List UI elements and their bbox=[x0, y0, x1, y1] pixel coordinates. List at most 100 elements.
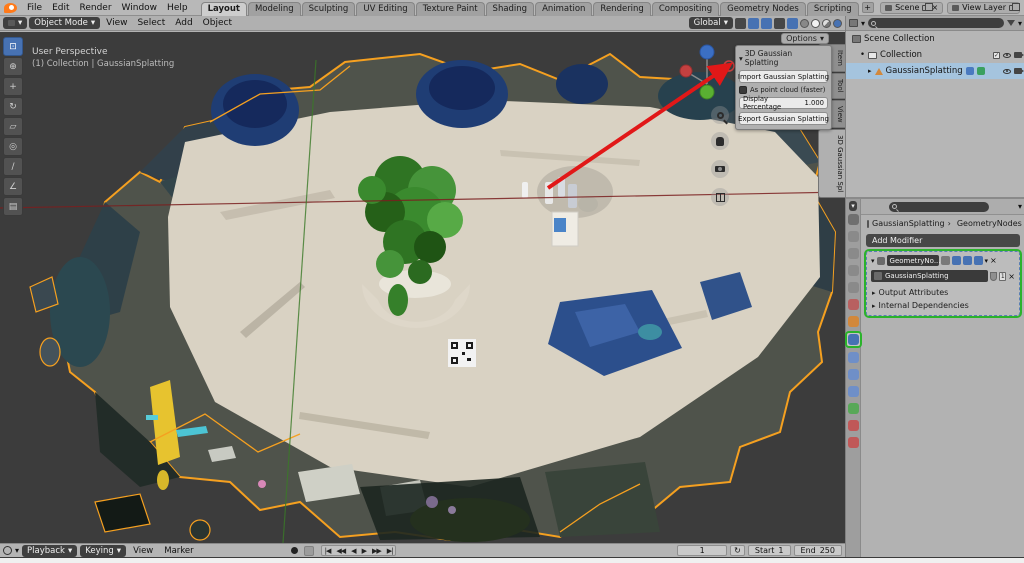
collapse-icon[interactable]: ▾ bbox=[871, 257, 875, 265]
options-dropdown[interactable]: Options ▾ bbox=[781, 33, 829, 44]
playback-menu[interactable]: Playback ▾ bbox=[22, 544, 78, 557]
perspective-toggle-icon[interactable] bbox=[711, 188, 729, 206]
scene-selector[interactable]: Scene × bbox=[880, 1, 944, 14]
view-layer-selector[interactable]: View Layer bbox=[947, 1, 1020, 14]
dropdown-icon[interactable]: ▾ bbox=[861, 19, 865, 28]
menu-view[interactable]: View bbox=[102, 18, 131, 28]
current-frame-field[interactable]: 1 bbox=[677, 545, 728, 556]
annotate-tool[interactable]: ∕ bbox=[3, 157, 23, 176]
cursor-tool[interactable]: ⊕ bbox=[3, 57, 23, 76]
viewport-canvas[interactable]: ⊡ ⊕ + ↻ ▱ ◎ ∕ ∠ ▤ User Perspective (1) C… bbox=[0, 32, 845, 543]
jump-to-start-button[interactable]: |◀ bbox=[322, 547, 334, 555]
import-gaussian-splatting-button[interactable]: Import Gaussian Splatting bbox=[738, 70, 829, 83]
shading-solid-icon[interactable] bbox=[811, 18, 820, 28]
properties-tab-object[interactable] bbox=[847, 316, 859, 327]
properties-tab-output[interactable] bbox=[847, 248, 859, 259]
properties-tab-particles[interactable] bbox=[847, 352, 859, 363]
properties-tab-modifiers[interactable] bbox=[847, 334, 859, 345]
keying-set-icon[interactable] bbox=[303, 545, 314, 556]
editor-type-button[interactable]: ▾ bbox=[849, 201, 857, 211]
output-attributes-section[interactable]: ▸ Output Attributes bbox=[871, 286, 1015, 299]
scale-tool[interactable]: ▱ bbox=[3, 117, 23, 136]
new-scene-icon[interactable] bbox=[922, 2, 934, 11]
view-menu[interactable]: View bbox=[129, 546, 157, 556]
tab-texture-paint[interactable]: Texture Paint bbox=[415, 1, 485, 16]
outliner-search-input[interactable] bbox=[868, 18, 1004, 28]
properties-tab-physics[interactable] bbox=[847, 369, 859, 380]
unlink-node-group-icon[interactable]: × bbox=[1008, 272, 1015, 281]
menu-window[interactable]: Window bbox=[117, 3, 163, 13]
transform-tool[interactable]: ◎ bbox=[3, 137, 23, 156]
outliner-row-scene-collection[interactable]: Scene Collection bbox=[846, 31, 1024, 47]
marker-menu[interactable]: Marker bbox=[160, 546, 197, 556]
display-mode-icon[interactable] bbox=[849, 19, 858, 27]
editor-type-button[interactable]: ▾ bbox=[3, 17, 28, 29]
keying-menu[interactable]: Keying ▾ bbox=[80, 544, 127, 557]
render-display-toggle[interactable] bbox=[962, 256, 972, 265]
copies-count-icon[interactable]: 1 bbox=[999, 271, 1007, 281]
frame-start-field[interactable]: Start 1 bbox=[747, 545, 791, 556]
export-gaussian-splatting-button[interactable]: Export Gaussian Splatting bbox=[738, 112, 829, 125]
properties-tab-scene[interactable] bbox=[847, 282, 859, 293]
modifier-extras-dropdown-icon[interactable]: ▾ bbox=[985, 257, 989, 265]
hide-eye-icon[interactable] bbox=[1003, 68, 1011, 74]
properties-tab-material[interactable] bbox=[847, 420, 859, 431]
expand-icon[interactable]: ▸ bbox=[868, 67, 872, 75]
properties-tab-object-data[interactable] bbox=[847, 403, 859, 414]
zoom-icon[interactable] bbox=[711, 106, 729, 124]
snap-magnet-icon[interactable] bbox=[748, 17, 759, 29]
add-modifier-button[interactable]: Add Modifier bbox=[866, 234, 1020, 247]
tab-compositing[interactable]: Compositing bbox=[651, 1, 720, 16]
tab-modeling[interactable]: Modeling bbox=[247, 1, 301, 16]
hide-eye-icon[interactable] bbox=[1003, 52, 1011, 58]
collapse-icon[interactable]: ▾ bbox=[739, 54, 743, 63]
transform-orientation-dropdown[interactable]: Global ▾ bbox=[688, 17, 733, 29]
properties-tab-view-layer[interactable] bbox=[847, 265, 859, 276]
menu-add[interactable]: Add bbox=[171, 18, 196, 28]
menu-edit[interactable]: Edit bbox=[47, 3, 74, 13]
internal-dependencies-section[interactable]: ▸ Internal Dependencies bbox=[871, 299, 1015, 312]
gizmo-toggle-icon[interactable] bbox=[774, 17, 785, 29]
sidebar-tab-gaussian-splatting[interactable]: 3D Gaussian Spl bbox=[818, 129, 845, 199]
properties-tab-world[interactable] bbox=[847, 299, 859, 310]
outliner-row-gaussiansplatting[interactable]: ▸ GaussianSplatting bbox=[846, 63, 1024, 79]
shading-material-icon[interactable] bbox=[822, 18, 831, 28]
menu-select[interactable]: Select bbox=[133, 18, 169, 28]
display-percentage-slider[interactable]: Display Percentage 1.000 bbox=[739, 95, 828, 111]
select-box-tool[interactable]: ⊡ bbox=[3, 37, 23, 56]
next-keyframe-button[interactable]: ▶▶ bbox=[369, 547, 384, 555]
frame-end-field[interactable]: End 250 bbox=[793, 545, 842, 556]
cage-display-toggle[interactable] bbox=[973, 256, 983, 265]
auto-keying-record-icon[interactable] bbox=[290, 547, 298, 554]
properties-search-input[interactable] bbox=[889, 201, 990, 212]
realtime-display-toggle[interactable] bbox=[951, 256, 961, 265]
play-button[interactable]: ▶ bbox=[359, 547, 369, 555]
new-view-layer-icon[interactable] bbox=[1009, 2, 1020, 11]
measure-tool[interactable]: ∠ bbox=[3, 177, 23, 196]
properties-tab-texture[interactable] bbox=[847, 437, 859, 448]
editor-type-clock-icon[interactable] bbox=[3, 546, 12, 555]
move-tool[interactable]: + bbox=[3, 77, 23, 96]
exclude-checkbox-icon[interactable]: ✓ bbox=[993, 51, 1000, 59]
overlays-toggle-icon[interactable] bbox=[787, 17, 798, 29]
play-reverse-button[interactable]: ◀ bbox=[348, 547, 358, 555]
proportional-editing-icon[interactable] bbox=[761, 17, 772, 29]
edit-mode-display-toggle[interactable] bbox=[940, 256, 950, 265]
tab-geometry-nodes[interactable]: Geometry Nodes bbox=[720, 1, 806, 16]
modifier-name-field[interactable]: GeometryNo... bbox=[886, 255, 941, 266]
fake-user-shield-icon[interactable] bbox=[990, 271, 998, 281]
blender-logo-icon[interactable] bbox=[4, 2, 17, 13]
properties-tab-tool[interactable] bbox=[847, 214, 859, 225]
tab-shading[interactable]: Shading bbox=[485, 1, 535, 16]
mode-dropdown[interactable]: Object Mode ▾ bbox=[29, 17, 101, 29]
disable-render-icon[interactable] bbox=[1014, 52, 1024, 58]
browse-node-group-icon[interactable] bbox=[874, 272, 882, 280]
tab-scripting[interactable]: Scripting bbox=[806, 1, 859, 16]
previous-keyframe-button[interactable]: ◀◀ bbox=[333, 547, 348, 555]
pivot-point-icon[interactable] bbox=[735, 17, 746, 29]
properties-tab-constraints[interactable] bbox=[847, 386, 859, 397]
tab-sculpting[interactable]: Sculpting bbox=[301, 1, 356, 16]
shading-wireframe-icon[interactable] bbox=[800, 18, 809, 28]
add-cube-tool[interactable]: ▤ bbox=[3, 197, 23, 216]
outliner-row-collection[interactable]: • Collection ✓ bbox=[846, 47, 1024, 63]
